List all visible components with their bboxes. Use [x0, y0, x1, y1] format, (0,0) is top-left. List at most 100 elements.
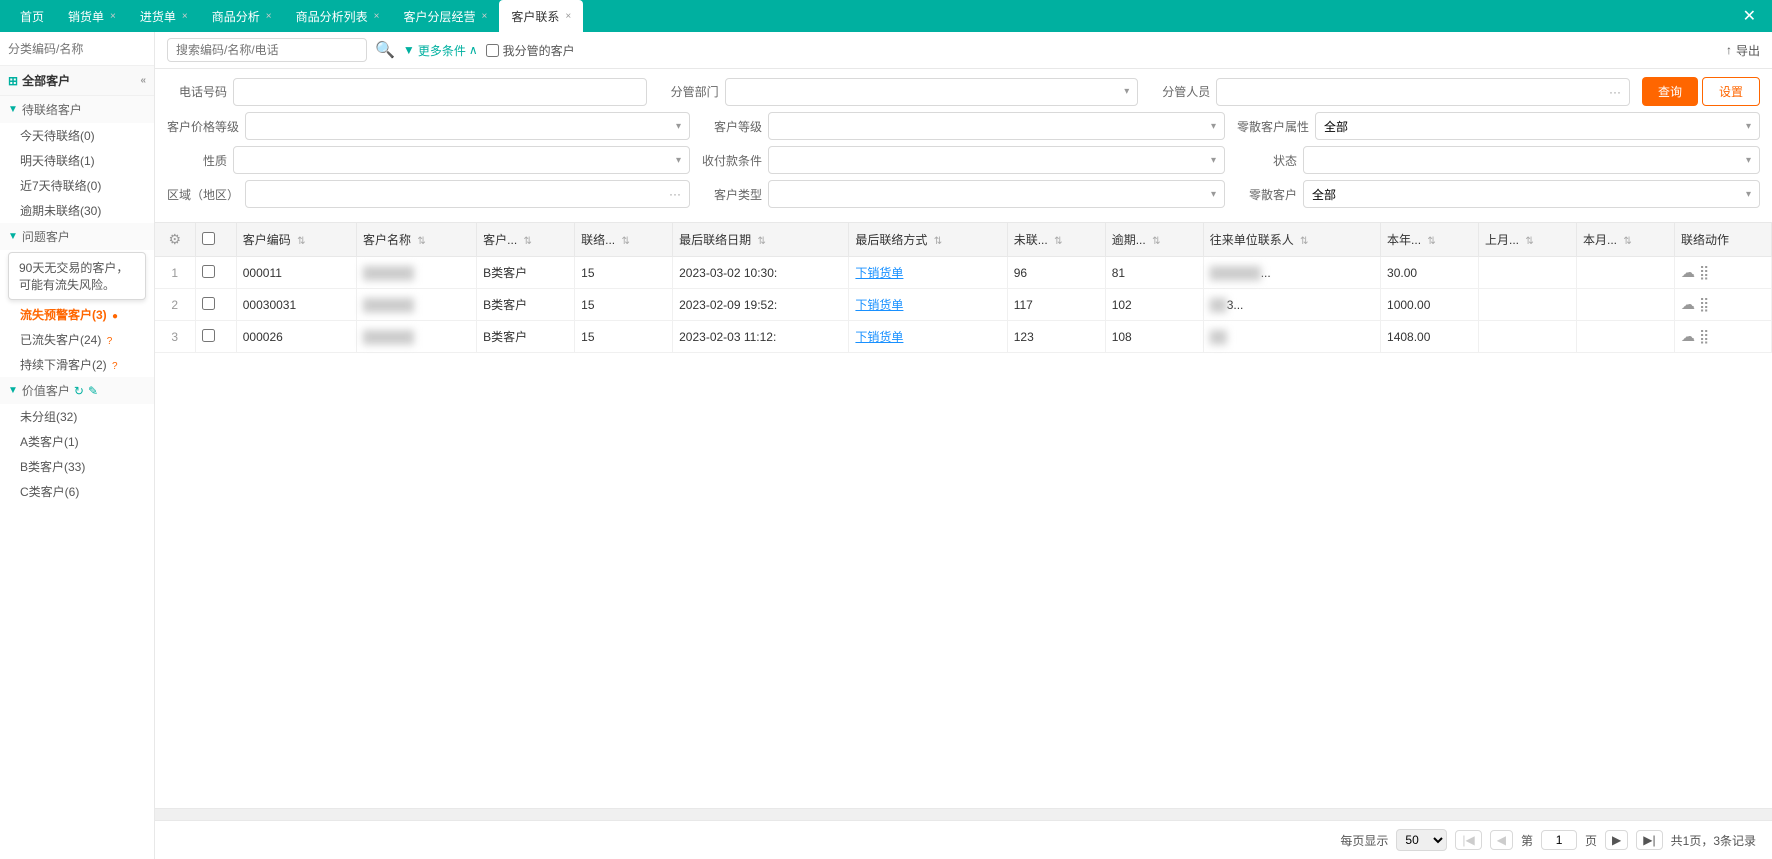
- col-header-this-year[interactable]: 本年... ⇅: [1381, 223, 1479, 257]
- checkbox-header[interactable]: [195, 223, 236, 257]
- row-code-2: 00030031: [236, 289, 356, 321]
- export-button[interactable]: ↑ 导出: [1726, 42, 1760, 59]
- col-header-last-month[interactable]: 上月... ⇅: [1479, 223, 1577, 257]
- row-contact-person-2: ██3...: [1203, 289, 1380, 321]
- gear-header[interactable]: ⚙: [155, 223, 195, 257]
- tab-close-sales-order[interactable]: ×: [110, 11, 116, 22]
- payment-select[interactable]: ▾: [768, 146, 1225, 174]
- col-header-name[interactable]: 客户名称 ⇅: [356, 223, 476, 257]
- filter-more-conditions-button[interactable]: ▼ 更多条件 ∧: [403, 42, 478, 59]
- col-header-level[interactable]: 客户... ⇅: [477, 223, 575, 257]
- per-page-select[interactable]: 50 100 200: [1396, 829, 1447, 851]
- col-header-overdue[interactable]: 逾期... ⇅: [1105, 223, 1203, 257]
- more-icon-2[interactable]: ⣿: [1699, 296, 1709, 313]
- sidebar-group-value[interactable]: ▼ 价值客户 ↻ ✎: [0, 377, 154, 404]
- my-customers-checkbox-label[interactable]: 我分管的客户: [486, 42, 575, 59]
- filter-search-button[interactable]: 🔍: [375, 40, 395, 60]
- zero-customer-select[interactable]: 全部 ▾: [1303, 180, 1760, 208]
- per-page-label: 每页显示: [1340, 832, 1388, 849]
- sidebar-item-today[interactable]: 今天待联络(0): [0, 123, 154, 148]
- tab-close-customer-segment[interactable]: ×: [481, 11, 487, 22]
- last-page-button[interactable]: ▶|: [1636, 830, 1662, 850]
- contact-icon-3[interactable]: ☁: [1681, 328, 1695, 345]
- tab-close-product-list[interactable]: ×: [374, 11, 380, 22]
- tab-home[interactable]: 首页: [8, 0, 56, 32]
- row-last-method-3[interactable]: 下销货单: [849, 321, 1007, 353]
- tab-customer-contact[interactable]: 客户联系 ×: [499, 0, 583, 32]
- row-checkbox-1[interactable]: [195, 257, 236, 289]
- sidebar-item-declining[interactable]: 持续下滑客户(2) ?: [0, 352, 154, 377]
- row-checkbox-2[interactable]: [195, 289, 236, 321]
- tab-customer-segment[interactable]: 客户分层经营 ×: [391, 0, 499, 32]
- gender-select[interactable]: ▾: [233, 146, 690, 174]
- select-all-checkbox[interactable]: [202, 232, 215, 245]
- contact-icon-1[interactable]: ☁: [1681, 264, 1695, 281]
- sidebar-search-input[interactable]: [8, 42, 155, 56]
- row-2-checkbox[interactable]: [202, 297, 215, 310]
- col-header-contact-person[interactable]: 往来单位联系人 ⇅: [1203, 223, 1380, 257]
- row-level-3: B类客户: [477, 321, 575, 353]
- sidebar-group-pending[interactable]: ▼ 待联络客户: [0, 96, 154, 123]
- refresh-icon[interactable]: ↻: [74, 384, 84, 398]
- row-checkbox-3[interactable]: [195, 321, 236, 353]
- manager-select[interactable]: ···: [1216, 78, 1630, 106]
- first-page-button[interactable]: |◀: [1455, 830, 1481, 850]
- settings-button[interactable]: 设置: [1702, 77, 1760, 106]
- sidebar-item-tomorrow[interactable]: 明天待联络(1): [0, 148, 154, 173]
- manager-dots[interactable]: ···: [1609, 85, 1621, 99]
- col-header-code[interactable]: 客户编码 ⇅: [236, 223, 356, 257]
- tab-close-customer-contact[interactable]: ×: [565, 11, 571, 22]
- phone-input[interactable]: [233, 78, 647, 106]
- status-select[interactable]: ▾: [1303, 146, 1760, 174]
- customer-level-select[interactable]: ▾: [768, 112, 1225, 140]
- collapse-icon[interactable]: «: [140, 75, 146, 86]
- query-button[interactable]: 查询: [1642, 77, 1698, 106]
- row-actions-3: ☁ ⣿: [1674, 321, 1771, 353]
- sidebar-item-a-class[interactable]: A类客户(1): [0, 429, 154, 454]
- filter-field-status: 状态 ▾: [1237, 146, 1760, 174]
- tab-close-purchase-order[interactable]: ×: [182, 11, 188, 22]
- col-header-last-date[interactable]: 最后联络日期 ⇅: [673, 223, 849, 257]
- customer-type-select[interactable]: ▾: [768, 180, 1225, 208]
- contact-icon-2[interactable]: ☁: [1681, 296, 1695, 313]
- more-icon-1[interactable]: ⣿: [1699, 264, 1709, 281]
- sidebar-item-overdue[interactable]: 逾期未联络(30): [0, 198, 154, 223]
- row-code-3: 000026: [236, 321, 356, 353]
- filter-search-input[interactable]: [167, 38, 367, 62]
- col-header-this-month[interactable]: 本月... ⇅: [1577, 223, 1675, 257]
- edit-icon[interactable]: ✎: [88, 384, 98, 398]
- zero-attr-select[interactable]: 全部 ▾: [1315, 112, 1760, 140]
- tab-purchase-order[interactable]: 进货单 ×: [128, 0, 200, 32]
- row-1-checkbox[interactable]: [202, 265, 215, 278]
- sidebar-item-7days[interactable]: 近7天待联络(0): [0, 173, 154, 198]
- my-customers-checkbox[interactable]: [486, 44, 499, 57]
- page-number-input[interactable]: [1541, 830, 1577, 850]
- tab-close-product-analysis[interactable]: ×: [266, 11, 272, 22]
- price-level-select[interactable]: ▾: [245, 112, 690, 140]
- sidebar-group-lost[interactable]: ▼ 问题客户: [0, 223, 154, 250]
- tab-sales-order[interactable]: 销货单 ×: [56, 0, 128, 32]
- sidebar-item-ungrouped[interactable]: 未分组(32): [0, 404, 154, 429]
- sidebar-item-c-class[interactable]: C类客户(6): [0, 479, 154, 504]
- sidebar-item-b-class[interactable]: B类客户(33): [0, 454, 154, 479]
- col-header-contact[interactable]: 联络... ⇅: [575, 223, 673, 257]
- horizontal-scrollbar[interactable]: [155, 808, 1772, 820]
- tab-product-list[interactable]: 商品分析列表 ×: [284, 0, 392, 32]
- tab-product-analysis[interactable]: 商品分析 ×: [200, 0, 284, 32]
- region-select[interactable]: ···: [245, 180, 690, 208]
- region-dots[interactable]: ···: [669, 187, 681, 201]
- prev-page-button[interactable]: ◀: [1490, 830, 1513, 850]
- next-page-button[interactable]: ▶: [1605, 830, 1628, 850]
- row-last-method-1[interactable]: 下销货单: [849, 257, 1007, 289]
- sidebar-item-already-lost[interactable]: 已流失客户(24) ?: [0, 327, 154, 352]
- col-header-uncontacted[interactable]: 未联... ⇅: [1007, 223, 1105, 257]
- sidebar-item-lost-warning[interactable]: 流失预警客户(3) ●: [0, 302, 154, 327]
- row-3-checkbox[interactable]: [202, 329, 215, 342]
- close-all-tabs[interactable]: ✕: [1735, 6, 1764, 26]
- filter-icon: ▼: [403, 43, 415, 57]
- sidebar-all-customers[interactable]: ⊞ 全部客户 «: [0, 66, 154, 96]
- dept-select[interactable]: ▾: [725, 78, 1139, 106]
- col-header-last-method[interactable]: 最后联络方式 ⇅: [849, 223, 1007, 257]
- row-last-method-2[interactable]: 下销货单: [849, 289, 1007, 321]
- more-icon-3[interactable]: ⣿: [1699, 328, 1709, 345]
